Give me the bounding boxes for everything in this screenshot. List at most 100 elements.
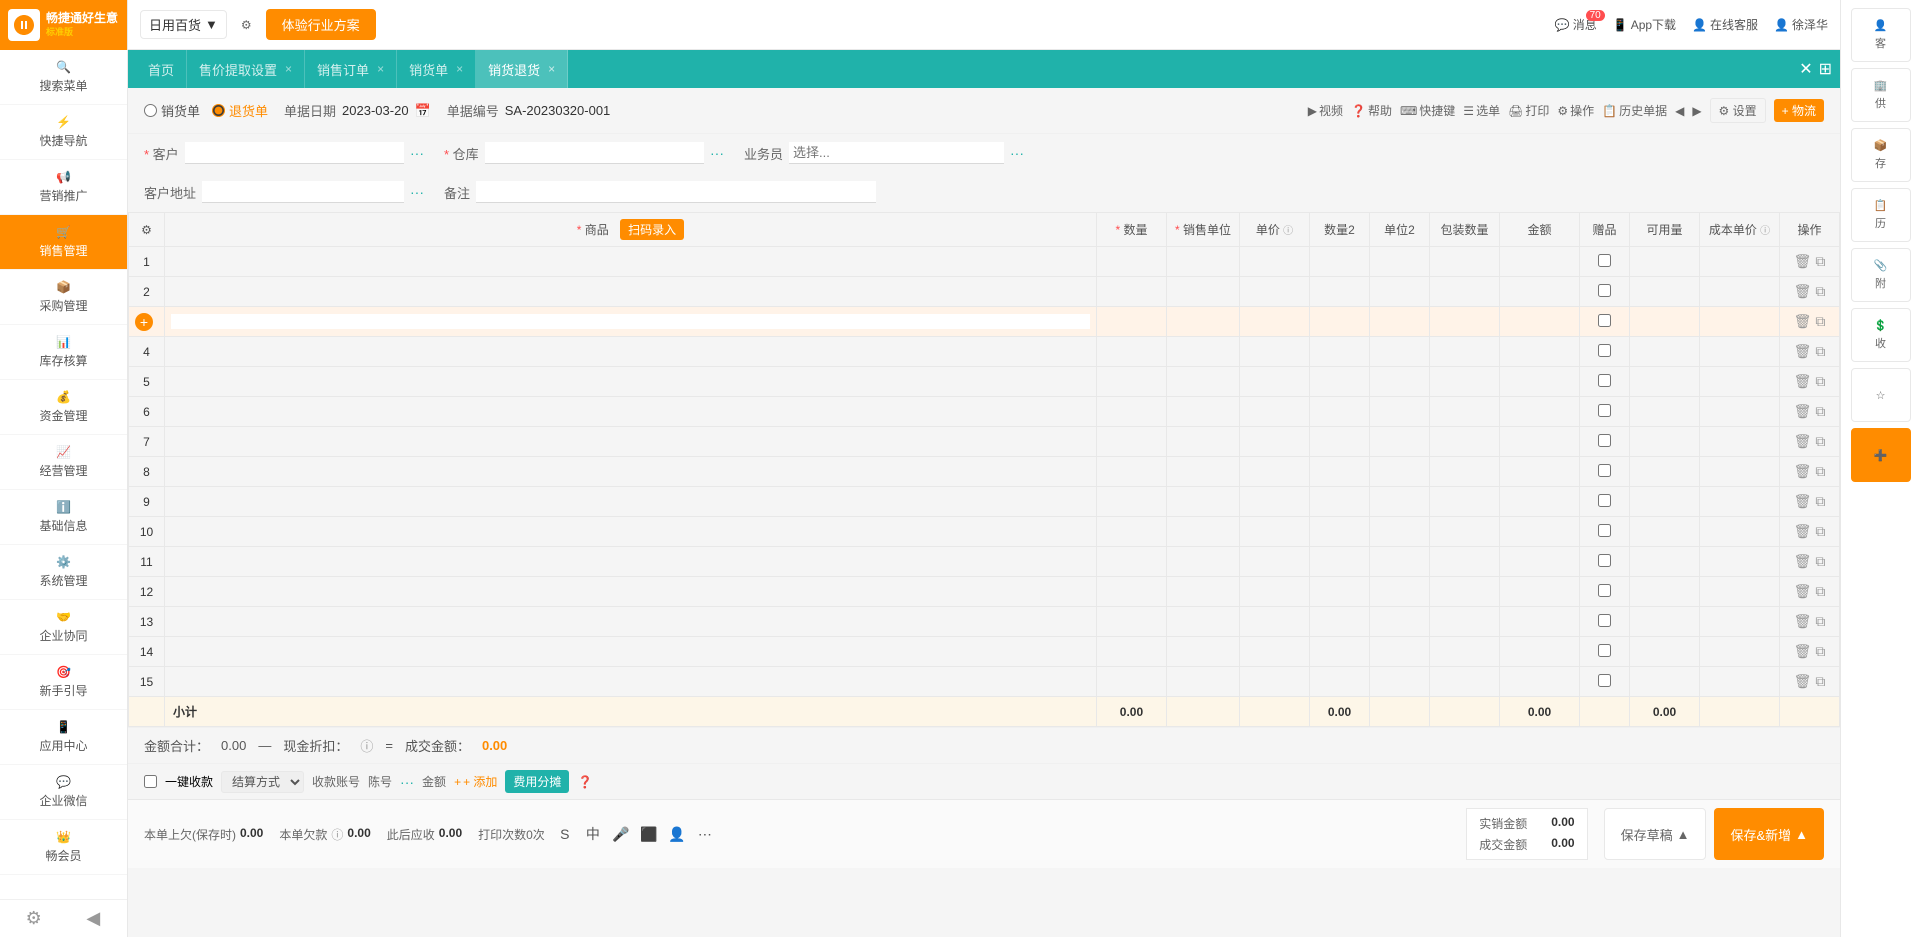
qty2-cell[interactable]: [1310, 487, 1370, 517]
qty-cell[interactable]: [1096, 547, 1166, 577]
sidebar-item-guide[interactable]: 🎯 新手引导: [0, 655, 127, 710]
close-tab-btn[interactable]: ✕: [1799, 59, 1812, 79]
save-draft-btn[interactable]: 保存草稿 ▲: [1604, 808, 1707, 860]
copy-row-btn[interactable]: ⧉: [1815, 673, 1825, 690]
delete-row-btn[interactable]: 🗑: [1794, 403, 1812, 420]
add-payment-btn[interactable]: + + 添加: [454, 773, 497, 790]
pack-cell[interactable]: [1430, 307, 1500, 337]
sidebar-item-nav[interactable]: ⚡ 快捷导航: [0, 105, 127, 160]
action-video[interactable]: ▶ 视频: [1308, 102, 1343, 119]
sidebar-item-wechat[interactable]: 💬 企业微信: [0, 765, 127, 820]
table-settings-icon[interactable]: ⚙: [141, 223, 152, 237]
delete-row-btn[interactable]: 🗑: [1794, 373, 1812, 390]
sidebar-item-finance[interactable]: 💰 资金管理: [0, 380, 127, 435]
customer-input[interactable]: [185, 142, 404, 164]
qty2-cell[interactable]: [1310, 607, 1370, 637]
qty-cell[interactable]: [1096, 637, 1166, 667]
qty-cell[interactable]: [1096, 307, 1166, 337]
sidebar-item-sales[interactable]: 🛒 销售管理: [0, 215, 127, 270]
price-cell[interactable]: [1240, 367, 1310, 397]
sidebar-item-stock[interactable]: 📊 库存核算: [0, 325, 127, 380]
unit-cell[interactable]: [1166, 337, 1239, 367]
qty2-cell[interactable]: [1310, 547, 1370, 577]
pack-cell[interactable]: [1430, 337, 1500, 367]
right-panel-favorite[interactable]: ☆: [1851, 368, 1911, 422]
gift-checkbox[interactable]: [1598, 284, 1611, 297]
copy-row-btn[interactable]: ⧉: [1815, 253, 1825, 270]
tab-sales-order[interactable]: 销售订单 ×: [305, 50, 397, 88]
qty2-cell[interactable]: [1310, 457, 1370, 487]
goods-cell[interactable]: [165, 457, 1097, 487]
unit2-cell[interactable]: [1370, 337, 1430, 367]
tab-sales-invoice-close[interactable]: ×: [456, 62, 463, 76]
radio-return[interactable]: 退货单: [212, 101, 268, 120]
copy-row-btn[interactable]: ⧉: [1815, 403, 1825, 420]
goods-cell[interactable]: [165, 637, 1097, 667]
amount-cell[interactable]: [1500, 517, 1580, 547]
sidebar-item-system[interactable]: ⚙️ 系统管理: [0, 545, 127, 600]
person-icon[interactable]: 👤: [665, 822, 689, 846]
tab-sales-return-close[interactable]: ×: [548, 62, 555, 76]
delete-row-btn[interactable]: 🗑: [1794, 553, 1812, 570]
goods-cell[interactable]: [165, 307, 1097, 337]
goods-cell[interactable]: [165, 397, 1097, 427]
tab-sales-return[interactable]: 销货退货 ×: [476, 50, 568, 88]
tab-price-settings[interactable]: 售价提取设置 ×: [187, 50, 305, 88]
amount-cell[interactable]: [1500, 277, 1580, 307]
delete-row-btn[interactable]: 🗑: [1794, 343, 1812, 360]
copy-row-btn[interactable]: ⧉: [1815, 313, 1825, 330]
gift-checkbox[interactable]: [1598, 464, 1611, 477]
amount-cell[interactable]: [1500, 457, 1580, 487]
copy-row-btn[interactable]: ⧉: [1815, 283, 1825, 300]
unit2-cell[interactable]: [1370, 367, 1430, 397]
sidebar-item-apps[interactable]: 📱 应用中心: [0, 710, 127, 765]
copy-row-btn[interactable]: ⧉: [1815, 583, 1825, 600]
qty-cell[interactable]: [1096, 607, 1166, 637]
amount-cell[interactable]: [1500, 307, 1580, 337]
tab-home[interactable]: 首页: [136, 50, 187, 88]
remark-input[interactable]: [476, 181, 876, 203]
qty2-cell[interactable]: [1310, 427, 1370, 457]
unit-cell[interactable]: [1166, 667, 1239, 697]
unit-cell[interactable]: [1166, 487, 1239, 517]
salesperson-input[interactable]: [789, 142, 1004, 164]
pack-cell[interactable]: [1430, 397, 1500, 427]
right-panel-stock[interactable]: 📦 存: [1851, 128, 1911, 182]
unit-cell[interactable]: [1166, 547, 1239, 577]
copy-row-btn[interactable]: ⧉: [1815, 643, 1825, 660]
fentie-help-icon[interactable]: ❓: [577, 775, 592, 789]
sidebar-item-manage[interactable]: 📈 经营管理: [0, 435, 127, 490]
unit2-cell[interactable]: [1370, 277, 1430, 307]
gift-checkbox[interactable]: [1598, 434, 1611, 447]
delete-row-btn[interactable]: 🗑: [1794, 433, 1812, 450]
qty2-cell[interactable]: [1310, 637, 1370, 667]
sidebar-settings-btn[interactable]: ⚙: [8, 908, 60, 929]
action-print[interactable]: 🖨 打印: [1508, 102, 1549, 119]
message-btn[interactable]: 💬 消息 70: [1555, 16, 1597, 33]
qty2-cell[interactable]: [1310, 247, 1370, 277]
delete-row-btn[interactable]: 🗑: [1794, 643, 1812, 660]
topbar-settings-btn[interactable]: ⚙: [235, 14, 258, 36]
gift-checkbox[interactable]: [1598, 254, 1611, 267]
price-cell[interactable]: [1240, 337, 1310, 367]
gift-checkbox[interactable]: [1598, 494, 1611, 507]
sidebar-item-purchase[interactable]: 📦 采购管理: [0, 270, 127, 325]
calendar-icon[interactable]: 📅: [415, 103, 431, 119]
address-dots[interactable]: ···: [410, 184, 424, 200]
app-download-btn[interactable]: 📱 App下载: [1613, 16, 1676, 33]
action-select[interactable]: ☰ 选单: [1463, 102, 1500, 119]
pack-cell[interactable]: [1430, 667, 1500, 697]
amount-cell[interactable]: [1500, 247, 1580, 277]
pack-cell[interactable]: [1430, 517, 1500, 547]
pack-cell[interactable]: [1430, 577, 1500, 607]
unit2-cell[interactable]: [1370, 307, 1430, 337]
right-panel-collect[interactable]: 💲 收: [1851, 308, 1911, 362]
amount-cell[interactable]: [1500, 547, 1580, 577]
unit2-cell[interactable]: [1370, 577, 1430, 607]
delete-row-btn[interactable]: 🗑: [1794, 673, 1812, 690]
pinyin-icon[interactable]: 中: [581, 822, 605, 846]
unit2-cell[interactable]: [1370, 247, 1430, 277]
pack-cell[interactable]: [1430, 637, 1500, 667]
online-service-btn[interactable]: 👤 在线客服: [1692, 16, 1758, 33]
qty2-cell[interactable]: [1310, 397, 1370, 427]
